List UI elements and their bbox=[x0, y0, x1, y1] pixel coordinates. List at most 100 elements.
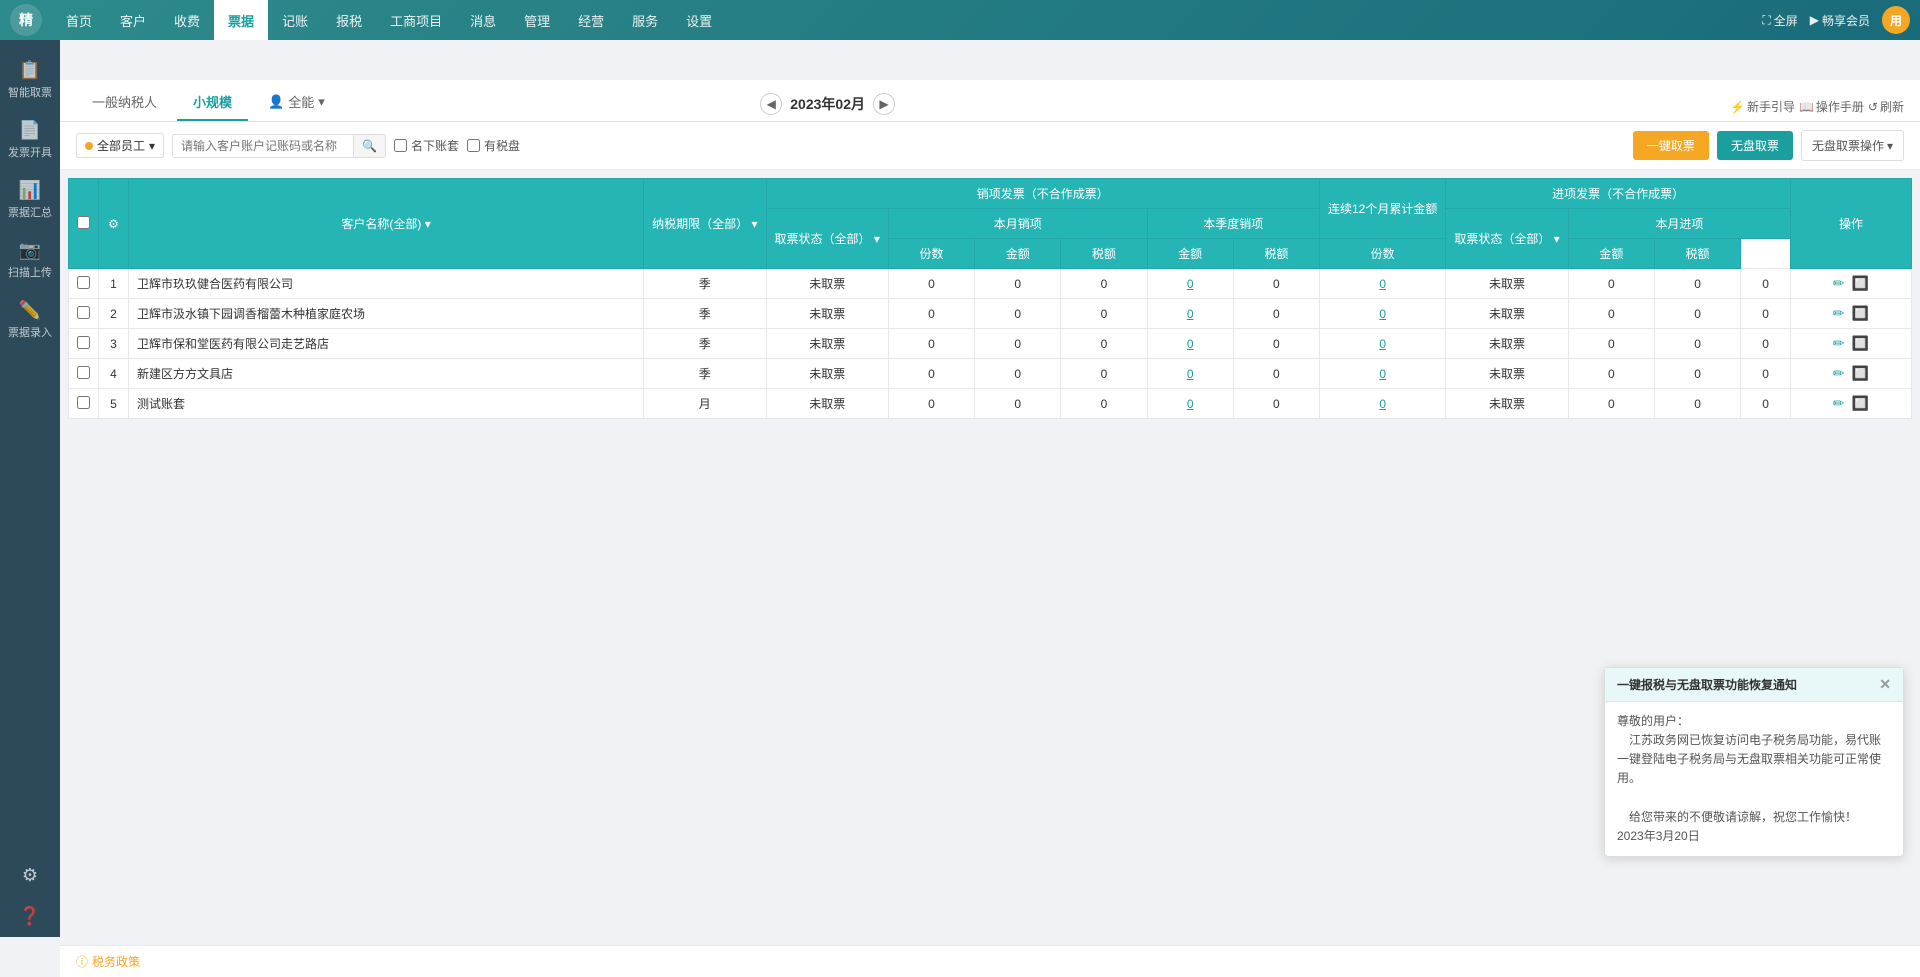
prev-month-btn[interactable]: ◀ bbox=[760, 93, 782, 115]
row-period-4: 月 bbox=[644, 389, 766, 419]
tab-all-icon: 👤 bbox=[268, 94, 284, 110]
th-sq-amount: 金额 bbox=[1147, 239, 1233, 269]
row-actions-0: ✏ 🔲 bbox=[1790, 269, 1911, 299]
search-input[interactable] bbox=[173, 135, 353, 157]
one-key-ticket-btn[interactable]: 一键取票 bbox=[1633, 131, 1709, 160]
edit-icon-0[interactable]: ✏ bbox=[1833, 275, 1845, 291]
row-num-4: 5 bbox=[99, 389, 129, 419]
nav-home[interactable]: 首页 bbox=[52, 0, 106, 40]
smart-ticket-icon: 📋 bbox=[19, 60, 41, 81]
row-s-tax-3: 0 bbox=[1061, 359, 1147, 389]
row-i-copies-4: 0 bbox=[1568, 389, 1654, 419]
th-tax-period: 纳税期限（全部） ▾ bbox=[644, 179, 766, 269]
nav-invoice[interactable]: 票据 bbox=[214, 0, 268, 40]
edit-icon-4[interactable]: ✏ bbox=[1833, 395, 1845, 411]
row-i-amount-1: 0 bbox=[1654, 299, 1740, 329]
my-account-checkbox-label[interactable]: 名下账套 bbox=[394, 137, 459, 154]
tab-small-scale[interactable]: 小规模 bbox=[177, 84, 248, 121]
sales-status-filter[interactable]: ▾ bbox=[874, 232, 880, 246]
row-checkbox-2[interactable] bbox=[77, 336, 90, 349]
member-btn[interactable]: ▶ 畅享会员 bbox=[1810, 12, 1870, 29]
nav-tax[interactable]: 报税 bbox=[322, 0, 376, 40]
avatar[interactable]: 用 bbox=[1882, 6, 1910, 34]
row-i-amount-0: 0 bbox=[1654, 269, 1740, 299]
nav-customer[interactable]: 客户 bbox=[106, 0, 160, 40]
sidebar-item-scan[interactable]: 📷 扫描上传 bbox=[0, 230, 60, 290]
row-sq-tax-0: 0 bbox=[1233, 269, 1319, 299]
nav-bookkeeping[interactable]: 记账 bbox=[268, 0, 322, 40]
month-navigator: ◀ 2023年02月 ▶ bbox=[760, 93, 895, 121]
row-checkbox-4[interactable] bbox=[77, 396, 90, 409]
tab-all-dropdown-icon: ▾ bbox=[318, 94, 325, 110]
view-icon-1[interactable]: 🔲 bbox=[1852, 305, 1869, 321]
svg-text:精: 精 bbox=[19, 12, 33, 28]
tax-disk-checkbox[interactable] bbox=[467, 139, 480, 152]
main-table: ⚙ 客户名称(全部) ▾ 纳税期限（全部） ▾ 销项发票（不合作成票） 连续12 bbox=[68, 178, 1912, 419]
view-icon-2[interactable]: 🔲 bbox=[1852, 335, 1869, 351]
th-income-group: 进项发票（不合作成票） bbox=[1446, 179, 1791, 209]
row-sq-tax-4: 0 bbox=[1233, 389, 1319, 419]
sidebar-item-settings[interactable]: ⚙ bbox=[0, 855, 60, 896]
row-checkbox-cell bbox=[69, 269, 99, 299]
tab-general-taxpayer[interactable]: 一般纳税人 bbox=[76, 84, 173, 121]
edit-icon-2[interactable]: ✏ bbox=[1833, 335, 1845, 351]
nav-operation[interactable]: 经营 bbox=[564, 0, 618, 40]
search-button[interactable]: 🔍 bbox=[353, 135, 385, 157]
filter-icon[interactable]: ▾ bbox=[425, 217, 431, 231]
row-cumulative-1: 0 bbox=[1319, 299, 1445, 329]
row-sales-status-4: 未取票 bbox=[766, 389, 888, 419]
nav-manage[interactable]: 管理 bbox=[510, 0, 564, 40]
row-checkbox-3[interactable] bbox=[77, 366, 90, 379]
row-s-copies-2: 0 bbox=[888, 329, 974, 359]
view-icon-4[interactable]: 🔲 bbox=[1852, 395, 1869, 411]
sidebar-item-summary[interactable]: 📊 票据汇总 bbox=[0, 170, 60, 230]
tax-policy-link[interactable]: 税务政策 bbox=[92, 953, 140, 970]
no-disk-ticket-btn[interactable]: 无盘取票 bbox=[1717, 131, 1793, 160]
edit-icon-3[interactable]: ✏ bbox=[1833, 365, 1845, 381]
next-month-btn[interactable]: ▶ bbox=[873, 93, 895, 115]
nav-settings[interactable]: 设置 bbox=[672, 0, 726, 40]
row-checkbox-cell bbox=[69, 359, 99, 389]
edit-icon-1[interactable]: ✏ bbox=[1833, 305, 1845, 321]
row-s-amount-3: 0 bbox=[975, 359, 1061, 389]
row-checkbox-cell bbox=[69, 389, 99, 419]
view-icon-0[interactable]: 🔲 bbox=[1852, 275, 1869, 291]
ops-dropdown-icon: ▾ bbox=[1887, 139, 1893, 153]
sidebar-item-help[interactable]: ❓ bbox=[0, 896, 60, 937]
row-sales-status-0: 未取票 bbox=[766, 269, 888, 299]
view-icon-3[interactable]: 🔲 bbox=[1852, 365, 1869, 381]
top-nav: 精 首页 客户 收费 票据 记账 报税 工商项目 消息 管理 经营 服务 设置 … bbox=[0, 0, 1920, 40]
tab-all[interactable]: 👤 全能 ▾ bbox=[252, 84, 341, 121]
income-status-filter[interactable]: ▾ bbox=[1554, 232, 1560, 246]
my-account-checkbox[interactable] bbox=[394, 139, 407, 152]
fullscreen-btn[interactable]: ⛶ 全屏 bbox=[1762, 12, 1797, 29]
row-checkbox-1[interactable] bbox=[77, 306, 90, 319]
no-disk-ops-btn[interactable]: 无盘取票操作 ▾ bbox=[1801, 130, 1904, 161]
row-actions-3: ✏ 🔲 bbox=[1790, 359, 1911, 389]
tax-disk-checkbox-label[interactable]: 有税盘 bbox=[467, 137, 520, 154]
sidebar-item-issue-invoice[interactable]: 📄 发票开具 bbox=[0, 110, 60, 170]
manual-btn[interactable]: 📖 操作手册 bbox=[1799, 98, 1864, 115]
nav-fee[interactable]: 收费 bbox=[160, 0, 214, 40]
th-quarterly-sales: 本季度销项 bbox=[1147, 209, 1319, 239]
new-guide-btn[interactable]: ⚡ 新手引导 bbox=[1730, 98, 1795, 115]
th-cumulative: 连续12个月累计金额 bbox=[1319, 179, 1445, 239]
notification-close-btn[interactable]: ✕ bbox=[1879, 676, 1891, 693]
employee-select[interactable]: 全部员工 ▾ bbox=[76, 133, 164, 158]
sidebar-item-entry[interactable]: ✏️ 票据录入 bbox=[0, 290, 60, 350]
fullscreen-icon: ⛶ bbox=[1762, 13, 1770, 28]
nav-message[interactable]: 消息 bbox=[456, 0, 510, 40]
period-filter-icon[interactable]: ▾ bbox=[751, 217, 757, 231]
row-period-3: 季 bbox=[644, 359, 766, 389]
app-logo: 精 bbox=[10, 4, 42, 36]
refresh-btn[interactable]: ↺ 刷新 bbox=[1868, 98, 1904, 115]
table-row: 3 卫辉市保和堂医药有限公司走艺路店 季 未取票 0 0 0 0 0 0 未取票… bbox=[69, 329, 1912, 359]
select-all-checkbox[interactable] bbox=[77, 216, 90, 229]
search-box: 🔍 bbox=[172, 134, 386, 158]
row-checkbox-0[interactable] bbox=[77, 276, 90, 289]
nav-right: ⛶ 全屏 ▶ 畅享会员 用 bbox=[1762, 6, 1910, 34]
nav-service[interactable]: 服务 bbox=[618, 0, 672, 40]
sidebar-item-smart-ticket[interactable]: 📋 智能取票 bbox=[0, 50, 60, 110]
nav-business[interactable]: 工商项目 bbox=[376, 0, 456, 40]
th-s-copies: 份数 bbox=[888, 239, 974, 269]
